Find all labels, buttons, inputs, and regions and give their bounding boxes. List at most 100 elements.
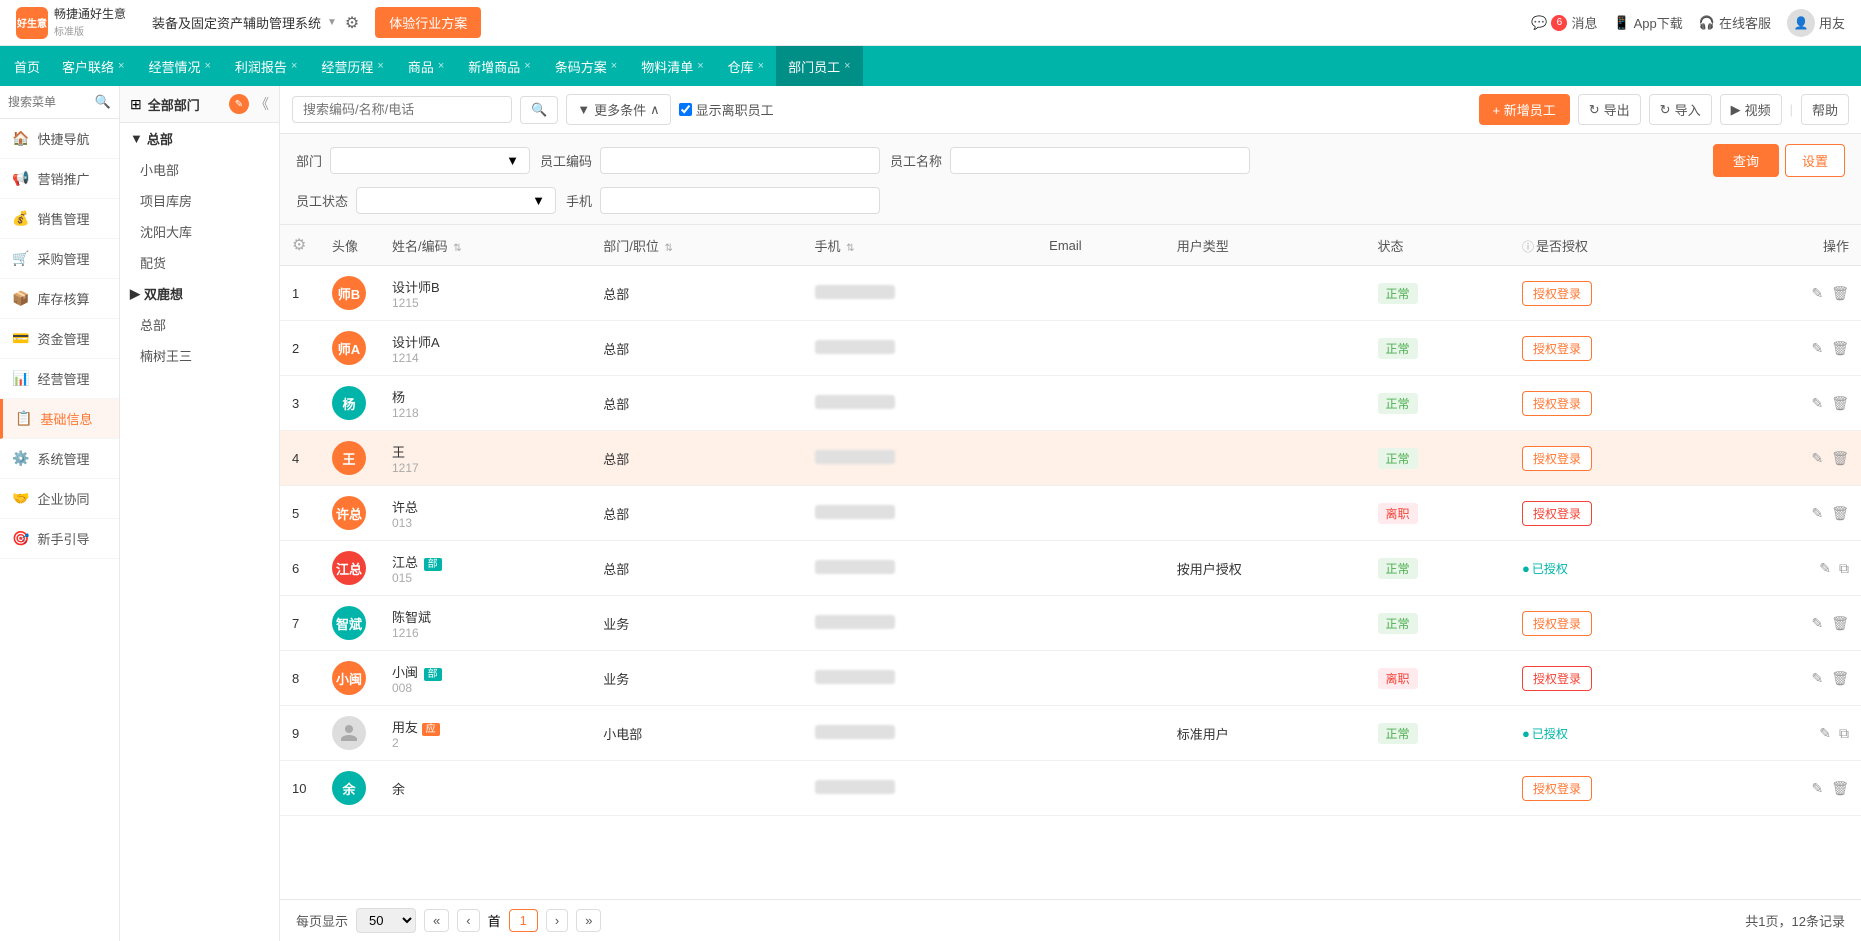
dept-group-general[interactable]: ▼ 总部 — [120, 123, 279, 154]
dept-select[interactable]: ▼ — [330, 147, 530, 174]
user-menu[interactable]: 👤 用友 — [1787, 9, 1845, 37]
delete-button[interactable]: 🗑 — [1831, 670, 1849, 687]
last-page-button[interactable]: » — [576, 909, 601, 932]
close-icon[interactable]: × — [118, 60, 124, 72]
set-button[interactable]: 设置 — [1785, 144, 1845, 177]
gear-button[interactable]: ⚙ — [345, 13, 359, 33]
copy-button[interactable]: ⧉ — [1839, 725, 1849, 742]
sidebar-item-guide[interactable]: 🎯 新手引导 — [0, 519, 119, 559]
online-service-button[interactable]: 🎧 在线客服 — [1699, 13, 1771, 32]
dept-item-small-elec[interactable]: 小电部 — [120, 154, 279, 185]
edit-button[interactable]: ✎ — [1811, 505, 1823, 522]
auth-button[interactable]: 授权登录 — [1522, 336, 1592, 361]
sidebar-item-sales[interactable]: 💰 销售管理 — [0, 199, 119, 239]
export-button[interactable]: ↻ 导出 — [1578, 94, 1641, 125]
page-size-select[interactable]: 50 100 — [356, 908, 416, 933]
delete-button[interactable]: 🗑 — [1831, 285, 1849, 302]
auth-button[interactable]: 授权登录 — [1522, 611, 1592, 636]
query-button[interactable]: 查询 — [1713, 144, 1779, 177]
delete-button[interactable]: 🗑 — [1831, 450, 1849, 467]
view-button[interactable]: ▶ 视频 — [1720, 94, 1782, 125]
sidebar-item-basic[interactable]: 📋 基础信息 — [0, 399, 119, 439]
import-button[interactable]: ↻ 导入 — [1649, 94, 1712, 125]
tab-goods[interactable]: 商品 × — [396, 46, 456, 86]
close-icon[interactable]: × — [697, 60, 703, 72]
delete-button[interactable]: 🗑 — [1831, 615, 1849, 632]
dept-item-distribution[interactable]: 配货 — [120, 247, 279, 278]
auth-button[interactable]: 授权登录 — [1522, 666, 1592, 691]
tab-operation[interactable]: 经营情况 × — [136, 46, 222, 86]
auth-button[interactable]: 授权登录 — [1522, 281, 1592, 306]
tab-employees[interactable]: 部门员工 × — [776, 46, 862, 86]
tab-history[interactable]: 经营历程 × — [309, 46, 395, 86]
search-button[interactable]: 🔍 — [520, 96, 558, 124]
phone-input[interactable] — [600, 187, 880, 214]
emp-code-input[interactable] — [600, 147, 880, 174]
tab-customer[interactable]: 客户联络 × — [50, 46, 136, 86]
more-filter-button[interactable]: ▼ 更多条件 ∧ — [566, 94, 670, 125]
tab-bom[interactable]: 物料清单 × — [629, 46, 715, 86]
collapse-btn[interactable]: 《 — [255, 94, 269, 114]
add-employee-button[interactable]: + 新增员工 — [1479, 94, 1570, 125]
search-input[interactable] — [292, 96, 512, 123]
close-icon[interactable]: × — [377, 60, 383, 72]
col-name-code[interactable]: 姓名/编码 ⇅ — [380, 225, 591, 266]
help-button[interactable]: 帮助 — [1801, 94, 1849, 125]
tab-home[interactable]: 首页 — [4, 46, 50, 86]
close-icon[interactable]: × — [204, 60, 210, 72]
first-page-button[interactable]: « — [424, 909, 449, 932]
show-resigned-checkbox[interactable]: 显示离职员工 — [679, 100, 774, 119]
tab-profit[interactable]: 利润报告 × — [223, 46, 309, 86]
sidebar-item-shortcut[interactable]: 🏠 快捷导航 — [0, 119, 119, 159]
edit-button[interactable]: ✎ — [1811, 450, 1823, 467]
sidebar-search-input[interactable] — [8, 95, 95, 109]
dept-item-nanshu[interactable]: 楠树王三 — [120, 340, 279, 371]
sidebar-item-system[interactable]: ⚙️ 系统管理 — [0, 439, 119, 479]
sidebar-item-purchase[interactable]: 🛒 采购管理 — [0, 239, 119, 279]
emp-name-input[interactable] — [950, 147, 1250, 174]
dept-group-shuanglux[interactable]: ▶ 双鹿想 — [120, 278, 279, 309]
prev-page-button[interactable]: ‹ — [457, 909, 479, 932]
close-icon[interactable]: × — [524, 60, 530, 72]
edit-button[interactable]: ✎ — [1819, 560, 1831, 577]
settings-icon[interactable]: ⚙ — [292, 237, 306, 254]
close-icon[interactable]: × — [438, 60, 444, 72]
auth-button[interactable]: 授权登录 — [1522, 446, 1592, 471]
col-phone[interactable]: 手机 ⇅ — [803, 225, 1038, 266]
copy-button[interactable]: ⧉ — [1839, 560, 1849, 577]
dept-edit-btn[interactable]: ✎ — [229, 94, 249, 114]
sidebar-item-marketing[interactable]: 📢 营销推广 — [0, 159, 119, 199]
delete-button[interactable]: 🗑 — [1831, 395, 1849, 412]
sidebar-item-inventory[interactable]: 📦 库存核算 — [0, 279, 119, 319]
app-download-button[interactable]: 📱 App下载 — [1613, 13, 1682, 32]
sidebar-item-management[interactable]: 📊 经营管理 — [0, 359, 119, 399]
message-button[interactable]: 💬 6 消息 — [1531, 13, 1597, 32]
delete-button[interactable]: 🗑 — [1831, 780, 1849, 797]
tab-add-goods[interactable]: 新增商品 × — [456, 46, 542, 86]
close-icon[interactable]: × — [611, 60, 617, 72]
sidebar-item-finance[interactable]: 💳 资金管理 — [0, 319, 119, 359]
close-icon[interactable]: × — [758, 60, 764, 72]
edit-button[interactable]: ✎ — [1811, 285, 1823, 302]
system-title[interactable]: 装备及固定资产辅助管理系统 ▼ — [152, 13, 337, 32]
edit-button[interactable]: ✎ — [1811, 395, 1823, 412]
auth-button[interactable]: 授权登录 — [1522, 391, 1592, 416]
auth-button[interactable]: 授权登录 — [1522, 776, 1592, 801]
col-dept[interactable]: 部门/职位 ⇅ — [591, 225, 802, 266]
close-icon[interactable]: × — [291, 60, 297, 72]
dept-item-headquarters[interactable]: 总部 — [120, 309, 279, 340]
auth-button[interactable]: 授权登录 — [1522, 501, 1592, 526]
sidebar-item-collab[interactable]: 🤝 企业协同 — [0, 479, 119, 519]
status-select[interactable]: ▼ — [356, 187, 556, 214]
delete-button[interactable]: 🗑 — [1831, 340, 1849, 357]
delete-button[interactable]: 🗑 — [1831, 505, 1849, 522]
tab-warehouse[interactable]: 仓库 × — [716, 46, 776, 86]
tab-barcode[interactable]: 条码方案 × — [543, 46, 629, 86]
close-icon[interactable]: × — [844, 60, 850, 72]
edit-button[interactable]: ✎ — [1811, 615, 1823, 632]
dept-item-project[interactable]: 项目库房 — [120, 185, 279, 216]
edit-button[interactable]: ✎ — [1819, 725, 1831, 742]
edit-button[interactable]: ✎ — [1811, 340, 1823, 357]
edit-button[interactable]: ✎ — [1811, 670, 1823, 687]
trial-button[interactable]: 体验行业方案 — [375, 7, 481, 38]
